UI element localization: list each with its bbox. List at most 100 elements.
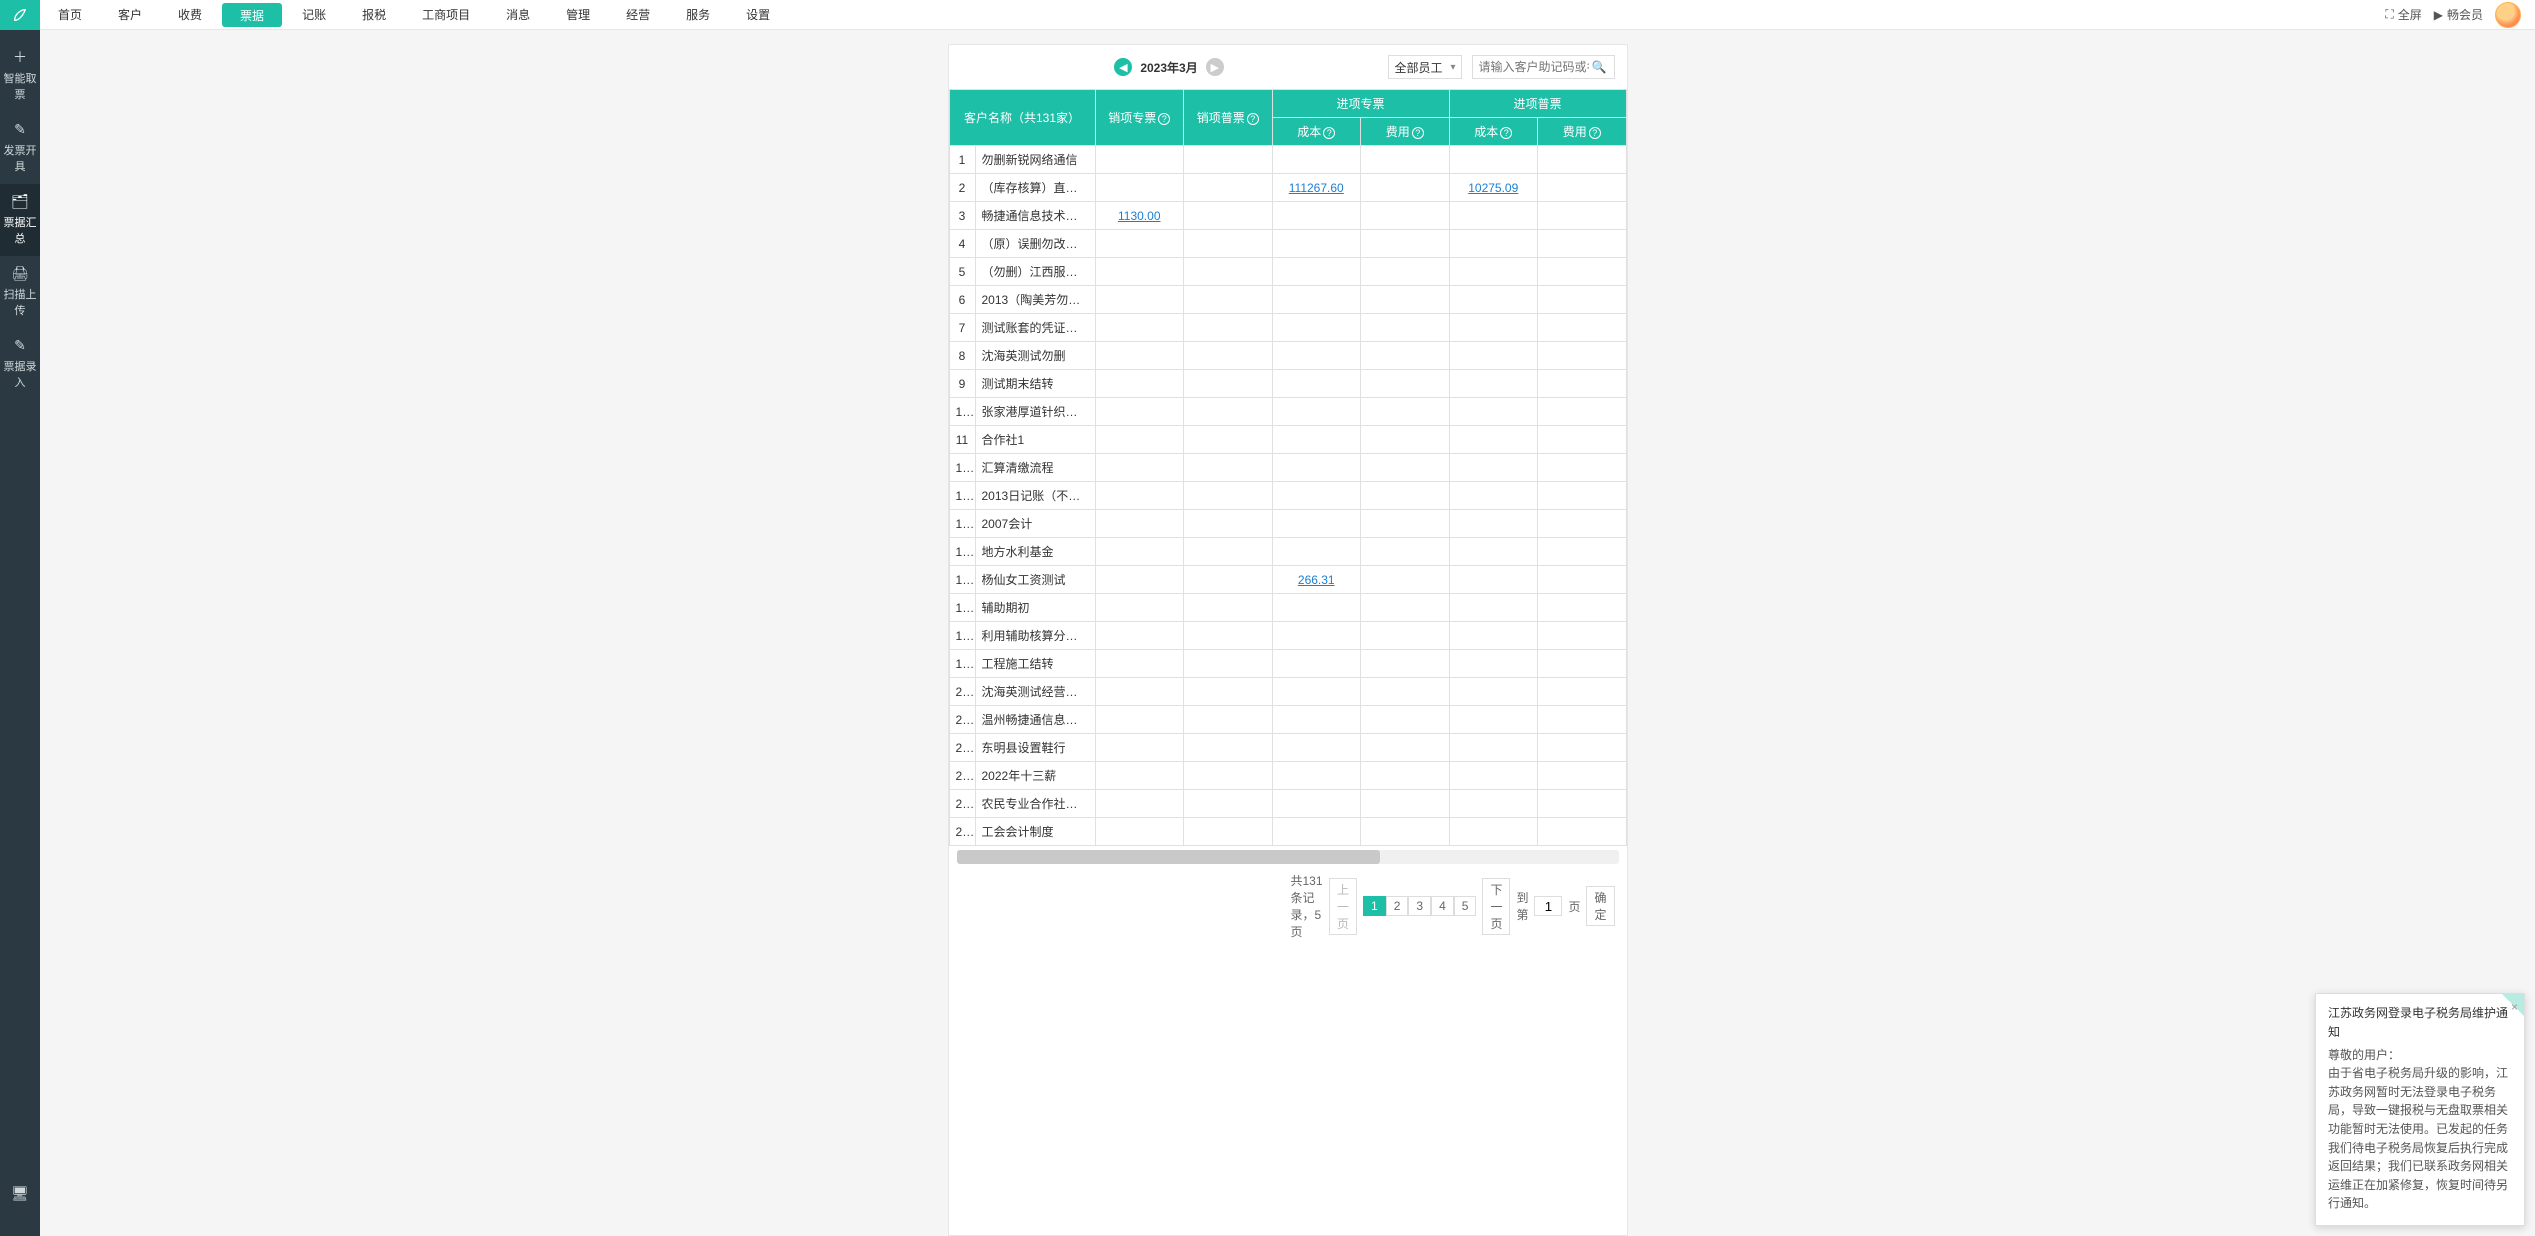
table-cell bbox=[1361, 286, 1450, 314]
table-cell: 23 bbox=[949, 762, 975, 790]
pager-page-2[interactable]: 2 bbox=[1386, 896, 1409, 916]
scrollbar-thumb[interactable] bbox=[957, 850, 1381, 864]
table-cell[interactable]: 10275.09 bbox=[1449, 174, 1538, 202]
help-icon[interactable]: ? bbox=[1323, 127, 1335, 139]
amount-link[interactable]: 1130.00 bbox=[1118, 209, 1161, 223]
table-cell[interactable]: 111267.60 bbox=[1272, 174, 1361, 202]
table-cell: 2007会计 bbox=[975, 510, 1095, 538]
table-row: 1勿删新锐网络通信 bbox=[949, 146, 1626, 174]
month-label: 2023年3月 bbox=[1140, 59, 1197, 76]
table-cell bbox=[1184, 594, 1273, 622]
table-cell bbox=[1184, 202, 1273, 230]
nav-item-8[interactable]: 管理 bbox=[548, 0, 608, 29]
sidebar-item-label: 智能取票 bbox=[0, 70, 40, 102]
sidebar-item-3[interactable]: 🖨扫描上传 bbox=[0, 256, 40, 328]
table-cell bbox=[1272, 650, 1361, 678]
table-cell bbox=[1449, 734, 1538, 762]
pager-page-4[interactable]: 4 bbox=[1431, 896, 1454, 916]
table-cell bbox=[1361, 146, 1450, 174]
table-cell: 辅助期初 bbox=[975, 594, 1095, 622]
pager-page-5[interactable]: 5 bbox=[1454, 896, 1477, 916]
pager-page-3[interactable]: 3 bbox=[1408, 896, 1431, 916]
horizontal-scrollbar[interactable] bbox=[957, 850, 1619, 864]
table-cell bbox=[1449, 566, 1538, 594]
nav-item-0[interactable]: 首页 bbox=[40, 0, 100, 29]
table-cell bbox=[1095, 678, 1184, 706]
member-button[interactable]: ▶ 畅会员 bbox=[2434, 6, 2483, 23]
table-cell bbox=[1272, 706, 1361, 734]
pager-confirm[interactable]: 确定 bbox=[1586, 886, 1614, 926]
help-icon[interactable]: ? bbox=[1500, 127, 1512, 139]
table-cell bbox=[1361, 398, 1450, 426]
help-icon[interactable]: ? bbox=[1412, 127, 1424, 139]
employee-select[interactable]: 全部员工 bbox=[1388, 55, 1462, 79]
nav-item-4[interactable]: 记账 bbox=[284, 0, 344, 29]
table-cell bbox=[1095, 818, 1184, 846]
table-cell bbox=[1361, 538, 1450, 566]
table-row: 20沈海英测试经营勿删 bbox=[949, 678, 1626, 706]
sidebar-item-0[interactable]: ＋ 智能取票 bbox=[0, 40, 40, 112]
sidebar-item-label: 发票开具 bbox=[0, 142, 40, 174]
fullscreen-button[interactable]: ⛶ 全屏 bbox=[2385, 6, 2421, 23]
table-row: 18利用辅助核算分析每种商... bbox=[949, 622, 1626, 650]
table-cell bbox=[1361, 510, 1450, 538]
amount-link[interactable]: 111267.60 bbox=[1289, 181, 1344, 195]
table-cell: 合作社1 bbox=[975, 426, 1095, 454]
search-input[interactable] bbox=[1479, 60, 1589, 74]
table-row: 4（原）误删勿改李艳芬测试账... bbox=[949, 230, 1626, 258]
table-cell bbox=[1449, 258, 1538, 286]
sidebar-bottom-button[interactable]: 🖥 bbox=[0, 1176, 40, 1216]
prev-month-button[interactable]: ◀ bbox=[1114, 58, 1132, 76]
table-cell: 10 bbox=[949, 398, 975, 426]
amount-link[interactable]: 10275.09 bbox=[1468, 181, 1518, 195]
table-cell: 8 bbox=[949, 342, 975, 370]
table-row: 24农民专业合作社会计制度 bbox=[949, 790, 1626, 818]
table-cell bbox=[1538, 174, 1627, 202]
nav-item-7[interactable]: 消息 bbox=[488, 0, 548, 29]
table-cell bbox=[1095, 566, 1184, 594]
table-cell bbox=[1449, 286, 1538, 314]
table-row: 16杨仙女工资测试266.31 bbox=[949, 566, 1626, 594]
help-icon[interactable]: ? bbox=[1589, 127, 1601, 139]
table-cell[interactable]: 1130.00 bbox=[1095, 202, 1184, 230]
nav-item-2[interactable]: 收费 bbox=[160, 0, 220, 29]
table-cell[interactable]: 266.31 bbox=[1272, 566, 1361, 594]
sidebar-item-4[interactable]: ✎票据录入 bbox=[0, 328, 40, 400]
search-icon[interactable]: 🔍 bbox=[1589, 60, 1610, 74]
table-cell: （勿删）江西服宝-LSS bbox=[975, 258, 1095, 286]
table-cell: （原）误删勿改李艳芬测试账... bbox=[975, 230, 1095, 258]
nav-item-5[interactable]: 报税 bbox=[344, 0, 404, 29]
nav-item-3[interactable]: 票据 bbox=[222, 3, 282, 27]
logo[interactable] bbox=[0, 0, 40, 30]
pager-goto-input[interactable] bbox=[1534, 896, 1562, 916]
nav-item-10[interactable]: 服务 bbox=[668, 0, 728, 29]
monitor-icon: 🖥 bbox=[11, 1184, 29, 1202]
avatar[interactable] bbox=[2495, 2, 2521, 28]
table-cell: 杨仙女工资测试 bbox=[975, 566, 1095, 594]
sidebar-icon: ＋ bbox=[11, 48, 29, 66]
help-icon[interactable]: ? bbox=[1158, 113, 1170, 125]
nav-item-6[interactable]: 工商项目 bbox=[404, 0, 488, 29]
table-cell: 9 bbox=[949, 370, 975, 398]
pager-next[interactable]: 下一页 bbox=[1482, 878, 1510, 935]
nav-item-9[interactable]: 经营 bbox=[608, 0, 668, 29]
pager-prev[interactable]: 上一页 bbox=[1329, 878, 1357, 935]
sidebar-item-1[interactable]: ✎发票开具 bbox=[0, 112, 40, 184]
table-cell bbox=[1184, 342, 1273, 370]
table-cell: 温州畅捷通信息服务有限... bbox=[975, 706, 1095, 734]
table-cell bbox=[1095, 790, 1184, 818]
nav-item-1[interactable]: 客户 bbox=[100, 0, 160, 29]
nav-item-11[interactable]: 设置 bbox=[728, 0, 788, 29]
table-cell bbox=[1538, 510, 1627, 538]
amount-link[interactable]: 266.31 bbox=[1298, 573, 1335, 587]
sidebar-item-2[interactable]: 🗂票据汇总 bbox=[0, 184, 40, 256]
help-icon[interactable]: ? bbox=[1247, 113, 1259, 125]
next-month-button[interactable]: ▶ bbox=[1206, 58, 1224, 76]
pager-page-1[interactable]: 1 bbox=[1363, 896, 1386, 916]
table-cell: 20 bbox=[949, 678, 975, 706]
table-cell bbox=[1095, 230, 1184, 258]
table-cell: 19 bbox=[949, 650, 975, 678]
close-icon[interactable]: × bbox=[2511, 998, 2518, 1017]
table-cell bbox=[1361, 790, 1450, 818]
table-cell bbox=[1184, 706, 1273, 734]
